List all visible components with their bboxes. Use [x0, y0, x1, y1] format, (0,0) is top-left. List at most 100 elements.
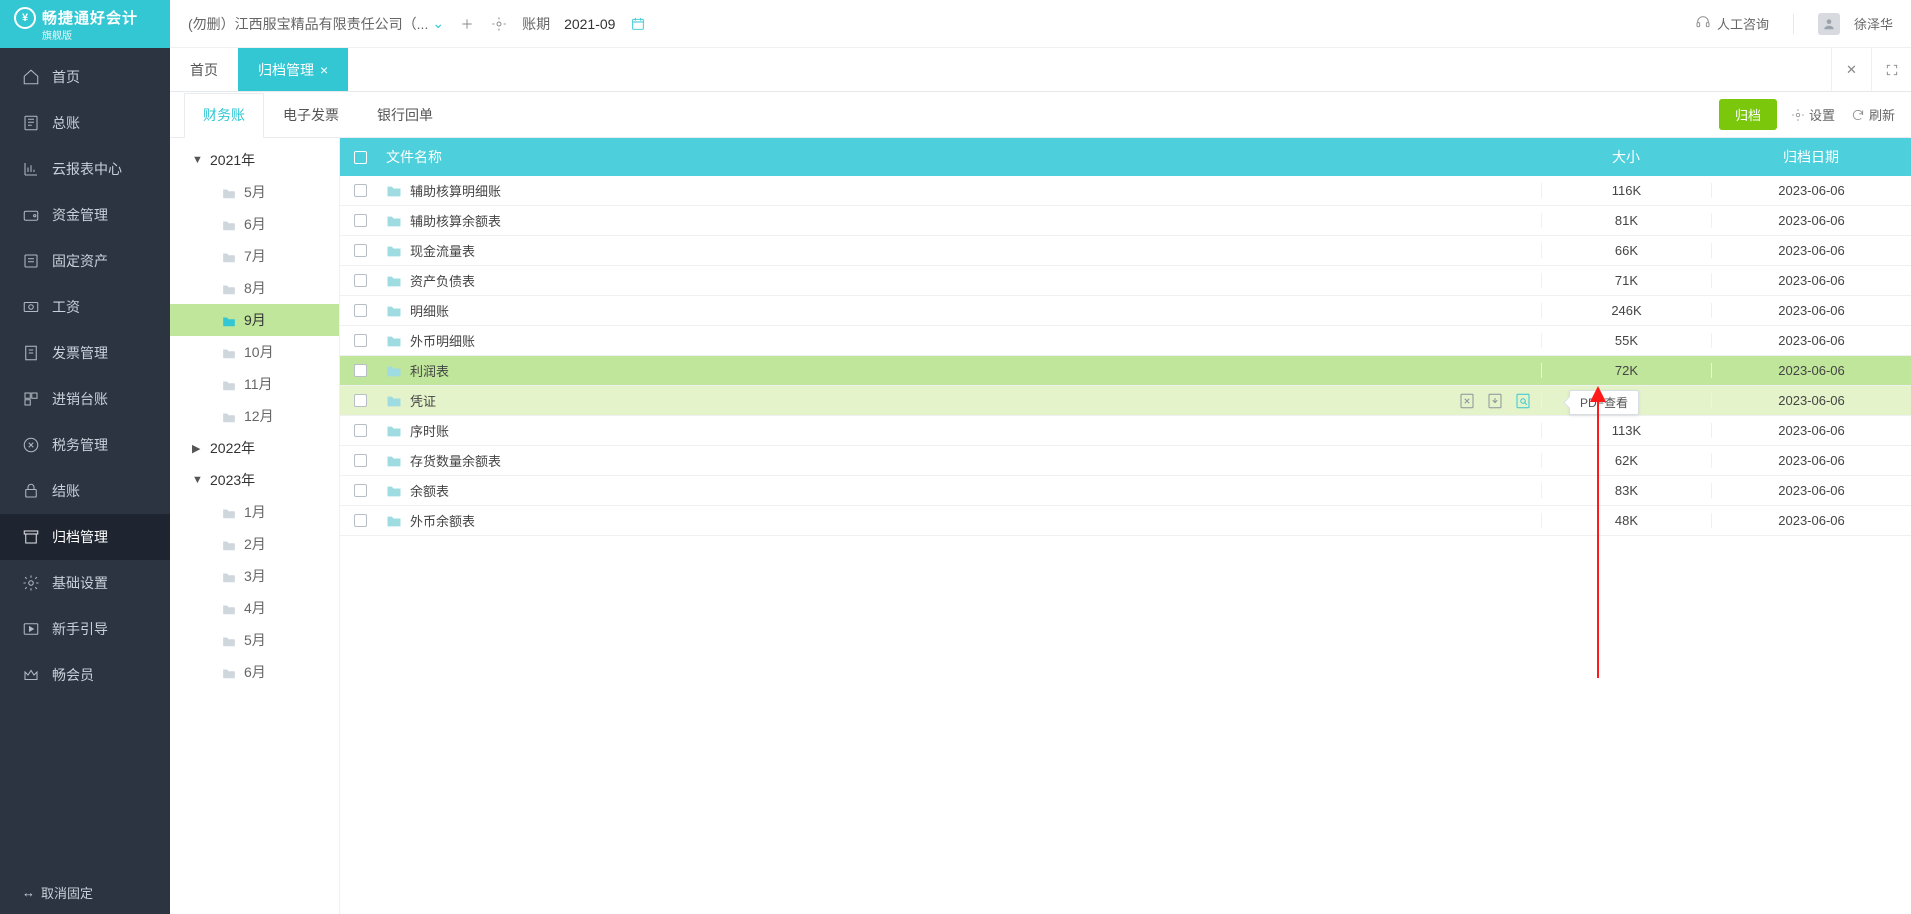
tree-month[interactable]: 2月 — [170, 528, 339, 560]
nav-assets[interactable]: 固定资产 — [0, 238, 170, 284]
row-checkbox[interactable] — [354, 484, 367, 497]
nav-inventory[interactable]: 进销台账 — [0, 376, 170, 422]
subtab-bank[interactable]: 银行回单 — [358, 92, 452, 137]
tree-month[interactable]: 12月 — [170, 400, 339, 432]
tree-month[interactable]: 7月 — [170, 240, 339, 272]
row-checkbox[interactable] — [354, 214, 367, 227]
table-row[interactable]: 资产负债表71K2023-06-06 — [340, 266, 1911, 296]
tree-year-2023[interactable]: ▼2023年 — [170, 464, 339, 496]
folder-icon — [222, 346, 236, 358]
month-label: 4月 — [244, 598, 266, 618]
row-checkbox[interactable] — [354, 454, 367, 467]
table-row[interactable]: 利润表72K2023-06-06 — [340, 356, 1911, 386]
tab-close-all[interactable]: ✕ — [1831, 48, 1871, 91]
settings-link[interactable]: 设置 — [1791, 105, 1835, 124]
salary-icon — [22, 298, 40, 316]
user-avatar[interactable] — [1818, 13, 1840, 35]
table-row[interactable]: 明细账246K2023-06-06 — [340, 296, 1911, 326]
table-row[interactable]: 存货数量余额表62K2023-06-06 — [340, 446, 1911, 476]
button-label: 归档 — [1735, 108, 1761, 123]
folder-icon — [222, 666, 236, 678]
select-all-checkbox[interactable] — [354, 151, 367, 164]
nav-funds[interactable]: 资金管理 — [0, 192, 170, 238]
tree-month[interactable]: 5月 — [170, 624, 339, 656]
config-button[interactable] — [490, 15, 508, 33]
nav-close[interactable]: 结账 — [0, 468, 170, 514]
consult-link[interactable]: 人工咨询 — [1695, 14, 1769, 33]
subtab-finance[interactable]: 财务账 — [184, 93, 264, 138]
sidebar-unpin[interactable]: ↔ 取消固定 — [0, 870, 170, 914]
row-checkbox[interactable] — [354, 184, 367, 197]
file-date: 2023-06-06 — [1711, 273, 1911, 288]
nav-home[interactable]: 首页 — [0, 54, 170, 100]
row-checkbox[interactable] — [354, 304, 367, 317]
nav-ledger[interactable]: 总账 — [0, 100, 170, 146]
table-row[interactable]: 余额表83K2023-06-06 — [340, 476, 1911, 506]
nav-archive[interactable]: 归档管理 — [0, 514, 170, 560]
tree-month[interactable]: 8月 — [170, 272, 339, 304]
user-name[interactable]: 徐泽华 — [1854, 14, 1893, 33]
row-checkbox[interactable] — [354, 244, 367, 257]
archive-button[interactable]: 归档 — [1719, 99, 1777, 130]
nav-reports[interactable]: 云报表中心 — [0, 146, 170, 192]
subtab-label: 电子发票 — [283, 105, 339, 125]
nav-settings[interactable]: 基础设置 — [0, 560, 170, 606]
download-excel-icon[interactable] — [1457, 391, 1477, 411]
row-checkbox[interactable] — [354, 364, 367, 377]
table-row[interactable]: 外币明细账55K2023-06-06 — [340, 326, 1911, 356]
nav-tax[interactable]: 税务管理 — [0, 422, 170, 468]
row-checkbox[interactable] — [354, 274, 367, 287]
tree-year-2021[interactable]: ▼2021年 — [170, 144, 339, 176]
table-row[interactable]: 辅助核算明细账116K2023-06-06 — [340, 176, 1911, 206]
lock-icon — [22, 482, 40, 500]
company-selector[interactable]: (勿删）江西服宝精品有限责任公司（... ⌄ — [188, 14, 444, 34]
add-button[interactable] — [458, 15, 476, 33]
tab-fullscreen[interactable] — [1871, 48, 1911, 91]
row-checkbox[interactable] — [354, 514, 367, 527]
month-label: 5月 — [244, 182, 266, 202]
file-name: 辅助核算余额表 — [410, 211, 501, 230]
tab-home[interactable]: 首页 — [170, 48, 238, 91]
refresh-link[interactable]: 刷新 — [1851, 105, 1895, 124]
tree-month[interactable]: 4月 — [170, 592, 339, 624]
row-checkbox[interactable] — [354, 394, 367, 407]
nav-label: 固定资产 — [52, 251, 108, 271]
table-row[interactable]: 凭证PDF查看53K2023-06-06 — [340, 386, 1911, 416]
calendar-icon[interactable] — [629, 15, 647, 33]
tree-month[interactable]: 6月 — [170, 208, 339, 240]
folder-icon — [222, 538, 236, 550]
file-date: 2023-06-06 — [1711, 183, 1911, 198]
subtab-einvoice[interactable]: 电子发票 — [264, 92, 358, 137]
download-pdf-icon[interactable] — [1485, 391, 1505, 411]
nav-salary[interactable]: 工资 — [0, 284, 170, 330]
file-size: 71K — [1541, 273, 1711, 288]
archive-icon — [22, 528, 40, 546]
nav-member[interactable]: 畅会员 — [0, 652, 170, 698]
tree-month[interactable]: 1月 — [170, 496, 339, 528]
tree-year-2022[interactable]: ▶2022年 — [170, 432, 339, 464]
close-icon[interactable]: × — [320, 62, 328, 78]
table-row[interactable]: 序时账113K2023-06-06 — [340, 416, 1911, 446]
arrow-right-icon: ▶ — [192, 442, 202, 455]
pdf-view-icon[interactable] — [1513, 391, 1533, 411]
company-name: (勿删）江西服宝精品有限责任公司（... — [188, 14, 428, 34]
subtab-row: 财务账 电子发票 银行回单 归档 设置 刷新 — [170, 92, 1911, 138]
month-label: 6月 — [244, 662, 266, 682]
file-size: 83K — [1541, 483, 1711, 498]
tree-month[interactable]: 10月 — [170, 336, 339, 368]
nav-guide[interactable]: 新手引导 — [0, 606, 170, 652]
row-checkbox[interactable] — [354, 334, 367, 347]
tab-archive[interactable]: 归档管理 × — [238, 48, 348, 91]
file-name: 外币明细账 — [410, 331, 475, 350]
row-checkbox[interactable] — [354, 424, 367, 437]
tree-month[interactable]: 6月 — [170, 656, 339, 688]
nav-invoice[interactable]: 发票管理 — [0, 330, 170, 376]
tree-month[interactable]: 5月 — [170, 176, 339, 208]
table-row[interactable]: 现金流量表66K2023-06-06 — [340, 236, 1911, 266]
col-size: 大小 — [1541, 147, 1711, 167]
tree-month[interactable]: 3月 — [170, 560, 339, 592]
table-row[interactable]: 外币余额表48K2023-06-06 — [340, 506, 1911, 536]
tree-month[interactable]: 9月 — [170, 304, 339, 336]
table-row[interactable]: 辅助核算余额表81K2023-06-06 — [340, 206, 1911, 236]
tree-month[interactable]: 11月 — [170, 368, 339, 400]
